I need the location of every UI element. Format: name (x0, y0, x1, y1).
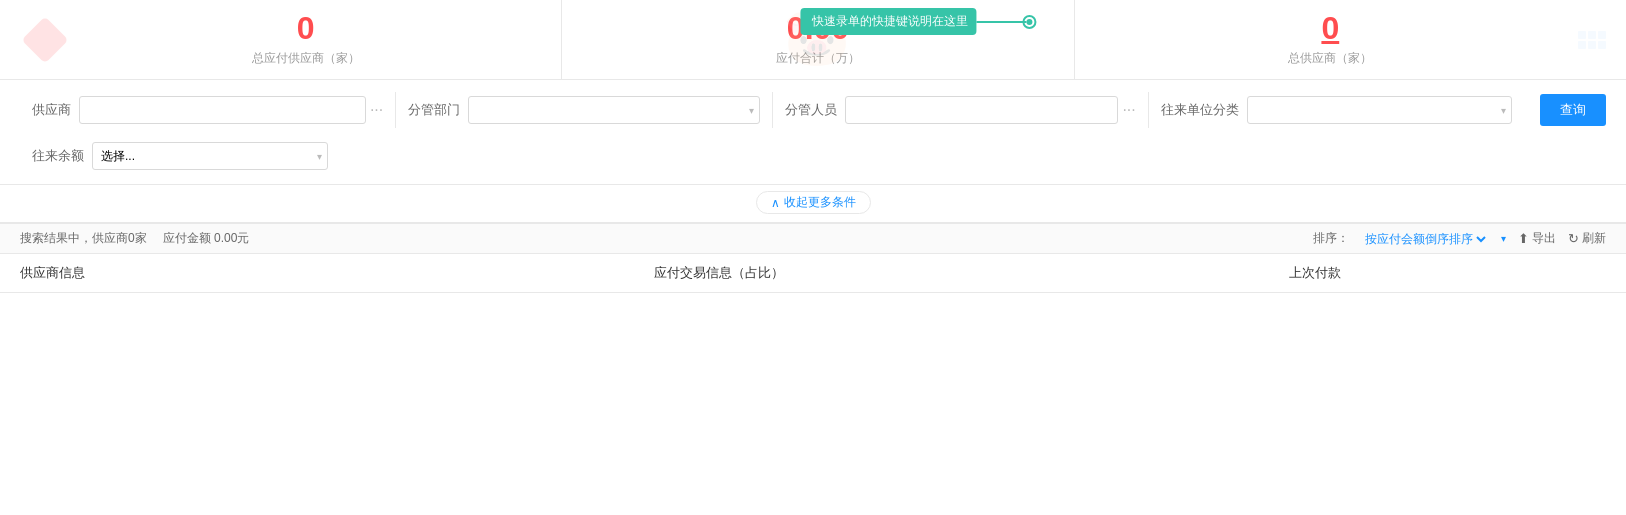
stat-payable-total-label: 应付合计（万） (776, 50, 860, 67)
balance-select-wrap: 选择... ▾ (92, 142, 328, 170)
tooltip-bubble: 快速录单的快捷键说明在这里 × (800, 8, 976, 35)
supplier-dots[interactable]: ··· (370, 101, 383, 119)
unit-class-select[interactable] (1247, 96, 1512, 124)
grid-icon (1578, 31, 1606, 49)
search-bar: 供应商 ··· 分管部门 ▾ 分管人员 ··· 往来单位分类 (0, 80, 1626, 185)
balance-select[interactable]: 选择... (92, 142, 328, 170)
result-amount: 应付金额 0.00元 (163, 230, 250, 247)
sort-label: 排序： (1313, 230, 1349, 247)
balance-label: 往来余额 (32, 147, 84, 165)
refresh-button[interactable]: ↻ 刷新 (1568, 230, 1606, 247)
stat-payable-total: 🐷 快速录单的快捷键说明在这里 × 0.00 应付合计（万） (562, 0, 1074, 79)
unit-class-label: 往来单位分类 (1161, 101, 1239, 119)
sort-chevron-icon: ▾ (1501, 233, 1506, 244)
export-button[interactable]: ⬆ 导出 (1518, 230, 1556, 247)
tooltip-text: 快速录单的快捷键说明在这里 (812, 13, 968, 30)
dept-select[interactable] (468, 96, 759, 124)
col-transaction-header: 应付交易信息（占比） (654, 264, 1288, 282)
table-header: 供应商信息 应付交易信息（占比） 上次付款 (0, 254, 1626, 293)
table-area: 供应商信息 应付交易信息（占比） 上次付款 (0, 254, 1626, 515)
stat-total-suppliers-value: 0 (1321, 12, 1339, 44)
search-row-1: 供应商 ··· 分管部门 ▾ 分管人员 ··· 往来单位分类 (20, 92, 1606, 128)
stat-total-suppliers: 0 总供应商（家） (1075, 0, 1626, 79)
result-supplier-count: 搜索结果中，供应商0家 (20, 230, 147, 247)
collapse-up-icon: ∧ (771, 196, 780, 210)
collapse-bar: ∧ 收起更多条件 (0, 185, 1626, 223)
stat-total-payable-suppliers: ◇ 0 总应付供应商（家） (0, 0, 562, 79)
export-icon: ⬆ (1518, 231, 1529, 246)
person-dots[interactable]: ··· (1122, 101, 1135, 119)
diamond-icon: ◇ (20, 15, 70, 65)
supplier-label: 供应商 (32, 101, 71, 119)
unit-class-field: 往来单位分类 ▾ (1149, 92, 1524, 128)
col-supplier-header: 供应商信息 (20, 264, 654, 282)
person-input[interactable] (845, 96, 1119, 124)
result-actions: 排序： 按应付会额倒序排序 ▾ ⬆ 导出 ↻ 刷新 (1313, 230, 1606, 247)
refresh-label: 刷新 (1582, 230, 1606, 247)
person-label: 分管人员 (785, 101, 837, 119)
stat-payable-suppliers-value: 0 (297, 12, 315, 44)
supplier-field: 供应商 ··· (20, 92, 396, 128)
result-summary: 搜索结果中，供应商0家 应付金额 0.00元 (20, 230, 249, 247)
stat-total-suppliers-label: 总供应商（家） (1288, 50, 1372, 67)
collapse-label: 收起更多条件 (784, 194, 856, 211)
sort-select[interactable]: 按应付会额倒序排序 (1361, 231, 1489, 247)
svg-text:◇: ◇ (38, 30, 52, 47)
col-last-pay-header: 上次付款 (1289, 264, 1606, 282)
dept-field: 分管部门 ▾ (396, 92, 772, 128)
collapse-button[interactable]: ∧ 收起更多条件 (756, 191, 871, 214)
table-body (0, 293, 1626, 515)
dept-select-wrap: ▾ (468, 96, 759, 124)
dept-label: 分管部门 (408, 101, 460, 119)
refresh-icon: ↻ (1568, 231, 1579, 246)
person-field: 分管人员 ··· (773, 92, 1149, 128)
query-button[interactable]: 查询 (1540, 94, 1606, 126)
balance-field: 往来余额 选择... ▾ (20, 138, 340, 174)
tooltip-close-icon[interactable]: × (976, 15, 984, 29)
result-bar: 搜索结果中，供应商0家 应付金额 0.00元 排序： 按应付会额倒序排序 ▾ ⬆… (0, 223, 1626, 254)
unit-class-select-wrap: ▾ (1247, 96, 1512, 124)
export-label: 导出 (1532, 230, 1556, 247)
supplier-input[interactable] (79, 96, 366, 124)
stats-bar: ◇ 0 总应付供应商（家） 🐷 快速录单的快捷键说明在这里 × 0.00 应付合… (0, 0, 1626, 80)
tooltip-dot (1024, 17, 1034, 27)
search-row-2: 往来余额 选择... ▾ (20, 138, 1606, 184)
stat-payable-suppliers-label: 总应付供应商（家） (252, 50, 360, 67)
